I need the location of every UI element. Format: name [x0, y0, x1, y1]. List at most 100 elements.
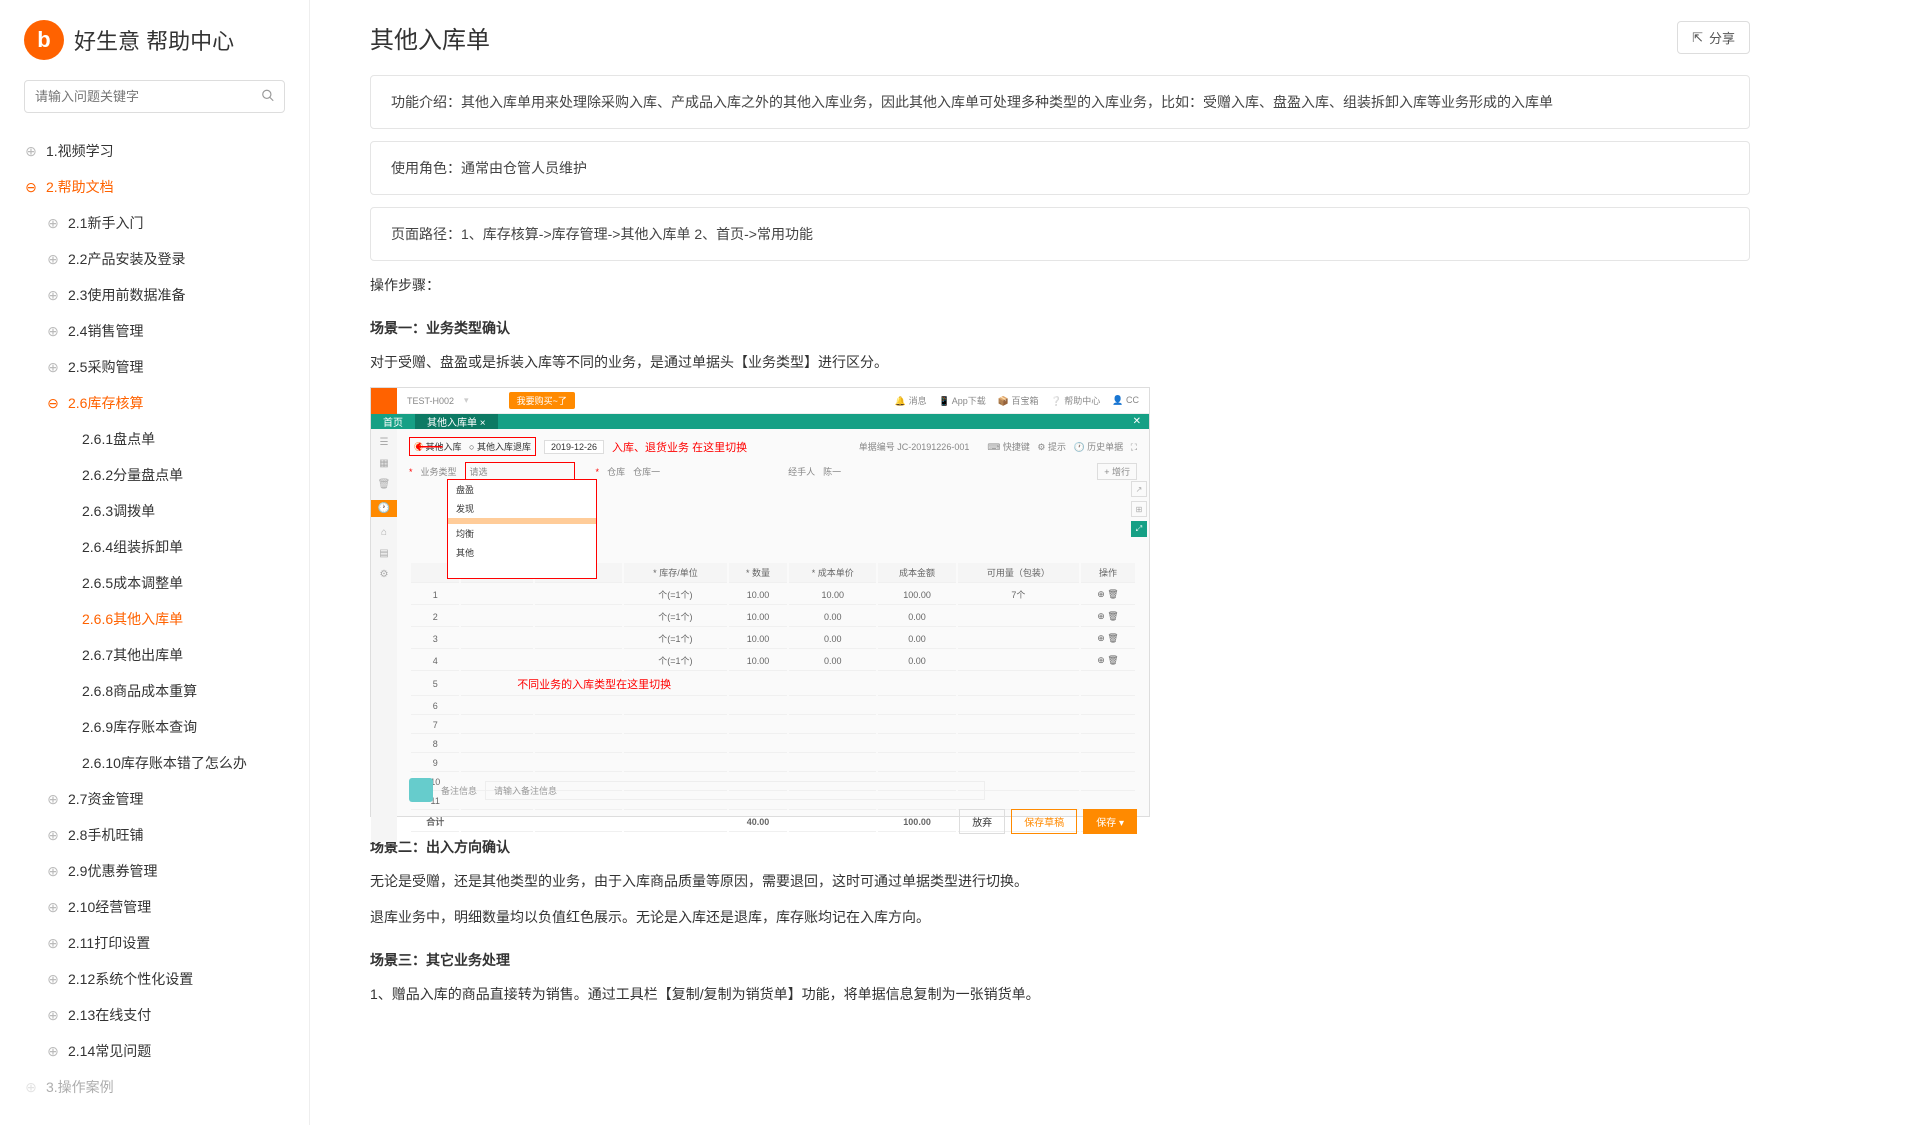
share-button[interactable]: ⇱ 分享 — [1677, 21, 1750, 54]
nav-2-6-7[interactable]: 2.6.7其他出库单 — [24, 637, 285, 673]
sp-tenant: TEST-H002 — [397, 396, 464, 406]
sp-tool-icon: ⊞ — [1131, 501, 1147, 517]
sp-box-icon: 📦 百宝箱 — [998, 394, 1039, 407]
nav-2-13[interactable]: ⊕2.13在线支付 — [24, 997, 285, 1033]
sp-right-toolbar: ↗ ⊞ ⤢ — [1131, 481, 1149, 537]
search-input[interactable] — [24, 80, 285, 113]
sp-tool-icon: ↗ — [1131, 481, 1147, 497]
role-label: 使用角色： — [391, 160, 461, 176]
nav-2-6-6[interactable]: 2.6.6其他入库单 — [24, 601, 285, 637]
nav-label: 2.6.9库存账本查询 — [82, 717, 197, 737]
sp-date: 2019-12-26 — [544, 440, 604, 454]
sp-red-annotation-2: 不同业务的入库类型在这里切换 — [517, 679, 671, 691]
nav-2-6-1[interactable]: 2.6.1盘点单 — [24, 421, 285, 457]
sp-sidebar: ☰ ▦ 🗑 🕐 ⌂ ▤ ⚙ — [371, 429, 397, 842]
search-icon[interactable] — [261, 88, 275, 105]
plus-icon: ⊕ — [24, 144, 38, 158]
plus-icon: ⊕ — [46, 324, 60, 338]
nav-tree: ⊕1.视频学习 ⊖2.帮助文档 ⊕2.1新手入门 ⊕2.2产品安装及登录 ⊕2.… — [24, 133, 285, 1105]
nav-2-3[interactable]: ⊕ 2.3使用前数据准备 — [24, 277, 285, 313]
nav-2-11[interactable]: ⊕ 2.11打印设置 — [24, 925, 285, 961]
sp-tabs: 首页 其他入库单 × ✕ — [371, 414, 1149, 429]
nav-label: 2.6.10库存账本错了怎么办 — [82, 753, 247, 773]
sp-radio-return: 其他入库退库 — [477, 442, 531, 452]
nav-2-7[interactable]: ⊕2.7资金管理 — [24, 781, 285, 817]
page-header: 其他入库单 ⇱ 分享 — [370, 20, 1750, 55]
nav-2-14[interactable]: ⊕2.14常见问题 — [24, 1033, 285, 1069]
sp-red-annotation-1: 入库、退货业务 在这里切换 — [612, 439, 747, 455]
sp-memo-input: 请输入备注信息 — [485, 781, 985, 800]
nav-2-6-3[interactable]: 2.6.3调拨单 — [24, 493, 285, 529]
nav-2-6-5[interactable]: 2.6.5成本调整单 — [24, 565, 285, 601]
page-title: 其他入库单 — [370, 20, 490, 55]
path-box: 页面路径：1、库存核算->库存管理->其他入库单 2、首页->常用功能 — [370, 207, 1750, 261]
nav-cases[interactable]: ⊕3.操作案例 — [24, 1069, 285, 1105]
nav-label: 2.14常见问题 — [68, 1041, 151, 1061]
nav-label: 2.4销售管理 — [68, 321, 143, 341]
plus-icon: ⊕ — [46, 360, 60, 374]
sp-arrow-icon: ⟵ — [415, 434, 444, 459]
sp-content: ◉ 其他入库 ○ 其他入库退库 2019-12-26 ⟵ 入库、退货业务 在这里… — [397, 429, 1149, 842]
sp-draft-btn: 保存草稿 — [1011, 809, 1077, 834]
scene2-line1: 无论是受赠，还是其他类型的业务，由于入库商品质量等原因，需要退回，这时可通过单据… — [370, 869, 1750, 894]
sp-filter-wh-value: 仓库一 — [633, 465, 660, 478]
plus-icon: ⊕ — [46, 792, 60, 806]
nav-2-6-4[interactable]: 2.6.4组装拆卸单 — [24, 529, 285, 565]
plus-icon: ⊕ — [46, 972, 60, 986]
nav-label: 2.6库存核算 — [68, 393, 143, 413]
sp-side-icon: ⌂ — [381, 527, 387, 538]
nav-2-1[interactable]: ⊕2.1新手入门 — [24, 205, 285, 241]
nav-2-10[interactable]: ⊕2.10经营管理 — [24, 889, 285, 925]
nav-label: 2.1新手入门 — [68, 213, 143, 233]
sp-memo-label: 备注信息 — [441, 784, 477, 797]
nav-label: 2.11打印设置 — [68, 933, 150, 953]
nav-2-6-9[interactable]: 2.6.9库存账本查询 — [24, 709, 285, 745]
nav-label: 2.6.6其他入库单 — [82, 609, 183, 629]
sp-topbar: TEST-H002 ▾ 我要购买~了 🔔 消息 📱 App下载 📦 百宝箱 ❔ … — [371, 388, 1149, 414]
nav-2-12[interactable]: ⊕ 2.12系统个性化设置 — [24, 961, 285, 997]
sp-side-icon: 🗑 — [378, 479, 391, 490]
nav-label: 2.帮助文档 — [46, 177, 114, 197]
sp-side-icon: ⚙ — [380, 569, 389, 580]
sp-dd-item: 发现 — [448, 499, 596, 518]
nav-label: 2.6.7其他出库单 — [82, 645, 183, 665]
nav-label: 2.3使用前数据准备 — [68, 285, 185, 305]
sp-dd-item: 盘盈 — [448, 480, 596, 499]
nav-label: 2.5采购管理 — [68, 357, 143, 377]
nav-video[interactable]: ⊕1.视频学习 — [24, 133, 285, 169]
nav-2-6[interactable]: ⊖ 2.6库存核算 — [24, 385, 285, 421]
path-text: 1、库存核算->库存管理->其他入库单 2、首页->常用功能 — [461, 226, 813, 242]
nav-help-docs[interactable]: ⊖2.帮助文档 — [24, 169, 285, 205]
nav-2-4[interactable]: ⊕ 2.4销售管理 — [24, 313, 285, 349]
plus-icon: ⊕ — [46, 936, 60, 950]
nav-label: 2.9优惠券管理 — [68, 861, 157, 881]
nav-label: 2.6.5成本调整单 — [82, 573, 183, 593]
sp-filter-type-label: 业务类型 — [421, 465, 457, 478]
nav-2-6-2[interactable]: 2.6.2分量盘点单 — [24, 457, 285, 493]
sp-side-icon: ▤ — [379, 548, 388, 559]
sp-tool-icon: ⤢ — [1131, 521, 1147, 537]
nav-label: 2.6.1盘点单 — [82, 429, 155, 449]
logo: b 好生意 帮助中心 — [24, 20, 285, 60]
nav-2-9[interactable]: ⊕2.9优惠券管理 — [24, 853, 285, 889]
minus-icon: ⊖ — [46, 396, 60, 410]
nav-2-2[interactable]: ⊕2.2产品安装及登录 — [24, 241, 285, 277]
nav-2-6-10[interactable]: 2.6.10库存账本错了怎么办 — [24, 745, 285, 781]
scene3-line1: 1、赠品入库的商品直接转为销售。通过工具栏【复制/复制为销货单】功能，将单据信息… — [370, 982, 1750, 1007]
nav-2-6-8[interactable]: 2.6.8商品成本重算 — [24, 673, 285, 709]
nav-label: 2.12系统个性化设置 — [68, 969, 193, 989]
sp-tab-close-icon: ✕ — [1133, 416, 1149, 427]
logo-text: 好生意 帮助中心 — [74, 24, 234, 56]
scene3-title: 场景三：其它业务处理 — [370, 950, 1750, 970]
sp-type-dropdown: 盘盈 发现 均衡 其他 — [447, 479, 597, 579]
nav-label: 2.6.4组装拆卸单 — [82, 537, 183, 557]
plus-icon: ⊕ — [46, 252, 60, 266]
sp-filter-wh-label: 仓库 — [607, 465, 625, 478]
sp-save-btn: 保存 ▾ — [1083, 809, 1137, 834]
plus-icon: ⊕ — [46, 288, 60, 302]
plus-icon: ⊕ — [46, 828, 60, 842]
sp-toolbar: ⌨ 快捷键 ⚙ 提示 🕐 历史单据 ⛶ — [987, 440, 1137, 453]
nav-2-8[interactable]: ⊕2.8手机旺铺 — [24, 817, 285, 853]
nav-2-5[interactable]: ⊕ 2.5采购管理 — [24, 349, 285, 385]
scene2-line2: 退库业务中，明细数量均以负值红色展示。无论是入库还是退库，库存账均记在入库方向。 — [370, 905, 1750, 930]
